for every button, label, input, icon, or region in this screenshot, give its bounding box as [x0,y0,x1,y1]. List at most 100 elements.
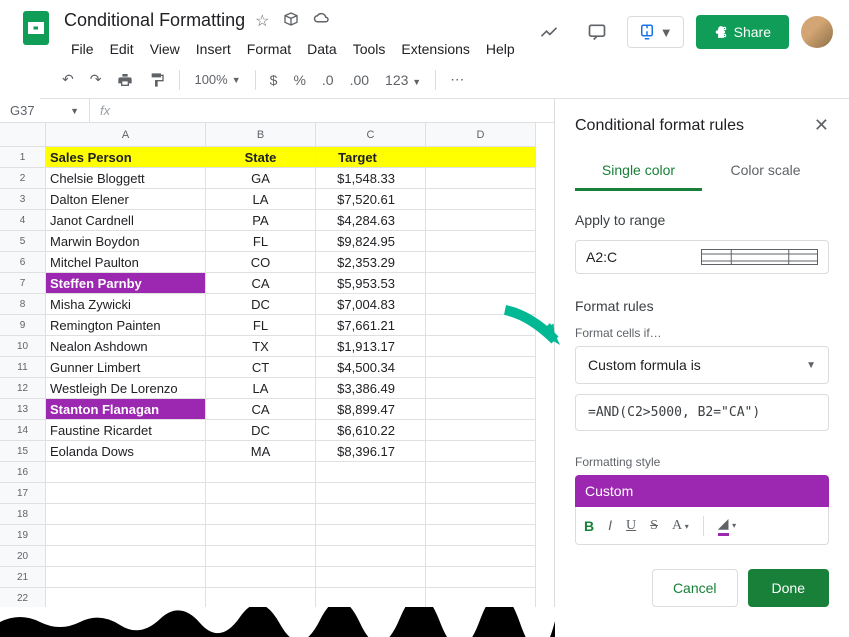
history-icon[interactable] [531,14,567,50]
menu-insert[interactable]: Insert [189,37,238,61]
cell[interactable]: Gunner Limbert [46,357,206,378]
row-header[interactable]: 22 [0,588,46,609]
cell[interactable]: Dalton Elener [46,189,206,210]
cell[interactable] [426,546,536,567]
cell[interactable]: MA [206,441,316,462]
menu-data[interactable]: Data [300,37,344,61]
cell[interactable] [426,378,536,399]
cell[interactable] [426,252,536,273]
cell[interactable]: PA [206,210,316,231]
cell[interactable]: $6,610.22 [316,420,426,441]
cell[interactable] [46,462,206,483]
select-all-corner[interactable] [0,123,46,147]
row-header[interactable]: 16 [0,462,46,483]
cell[interactable] [206,462,316,483]
print-icon[interactable] [111,68,139,92]
cell[interactable]: CA [206,399,316,420]
cell[interactable] [206,525,316,546]
menu-edit[interactable]: Edit [103,37,141,61]
cell[interactable] [426,189,536,210]
move-icon[interactable] [283,11,299,31]
cell[interactable]: $4,500.34 [316,357,426,378]
row-header[interactable]: 9 [0,315,46,336]
cell[interactable] [426,231,536,252]
row-header[interactable]: 15 [0,441,46,462]
cancel-button[interactable]: Cancel [652,569,738,607]
cell[interactable] [46,588,206,609]
cell[interactable]: $7,520.61 [316,189,426,210]
strikethrough-icon[interactable]: S [650,518,658,534]
menu-tools[interactable]: Tools [346,37,393,61]
zoom-select[interactable]: 100% ▼ [188,68,246,91]
cell[interactable]: $8,396.17 [316,441,426,462]
percent-icon[interactable]: % [287,68,311,92]
cell[interactable] [426,399,536,420]
cell[interactable]: $9,824.95 [316,231,426,252]
col-header-b[interactable]: B [206,123,316,147]
cell[interactable]: $2,353.29 [316,252,426,273]
menu-format[interactable]: Format [240,37,298,61]
format-menu[interactable]: 123 ▼ [379,68,427,92]
row-header[interactable]: 5 [0,231,46,252]
present-button[interactable]: ▼ [627,16,684,48]
cell[interactable]: LA [206,378,316,399]
star-icon[interactable]: ☆ [255,11,269,31]
cell[interactable] [316,462,426,483]
italic-icon[interactable]: I [608,517,612,535]
cell[interactable]: Janot Cardnell [46,210,206,231]
row-header[interactable]: 17 [0,483,46,504]
row-header[interactable]: 6 [0,252,46,273]
formula-input[interactable]: =AND(C2>5000, B2="CA") [575,394,829,431]
condition-select[interactable]: Custom formula is ▼ [575,346,829,384]
cell[interactable] [316,546,426,567]
tab-single-color[interactable]: Single color [575,152,702,191]
sheets-logo[interactable] [16,8,56,48]
cell[interactable] [426,525,536,546]
cell[interactable]: Eolanda Dows [46,441,206,462]
cell[interactable]: LA [206,189,316,210]
cell[interactable] [206,567,316,588]
cell[interactable] [426,336,536,357]
cell[interactable] [316,567,426,588]
menu-extensions[interactable]: Extensions [394,37,476,61]
cell[interactable] [206,483,316,504]
dec-decrease-icon[interactable]: .0 [316,68,340,92]
cell[interactable] [316,483,426,504]
cell[interactable] [426,210,536,231]
cell[interactable] [426,315,536,336]
cell[interactable]: CO [206,252,316,273]
text-color-icon[interactable]: A ▾ [672,518,689,534]
cell[interactable] [426,147,536,168]
cell[interactable] [206,546,316,567]
cell[interactable] [426,168,536,189]
cell[interactable]: DC [206,294,316,315]
bold-icon[interactable]: B [584,518,594,534]
cell[interactable] [46,483,206,504]
avatar[interactable] [801,16,833,48]
cell[interactable]: Nealon Ashdown [46,336,206,357]
row-header[interactable]: 21 [0,567,46,588]
fill-color-icon[interactable]: ◢ ▾ [718,515,736,536]
redo-icon[interactable]: ↷ [84,67,108,92]
row-header[interactable]: 18 [0,504,46,525]
cell[interactable]: Target [316,147,426,168]
done-button[interactable]: Done [748,569,829,607]
row-header[interactable]: 14 [0,420,46,441]
undo-icon[interactable]: ↶ [56,67,80,92]
cell[interactable]: $4,284.63 [316,210,426,231]
col-header-d[interactable]: D [426,123,536,147]
row-header[interactable]: 3 [0,189,46,210]
cell[interactable] [426,357,536,378]
cell[interactable] [426,294,536,315]
cell[interactable]: Stanton Flanagan [46,399,206,420]
row-header[interactable]: 11 [0,357,46,378]
cell[interactable] [206,504,316,525]
cell[interactable]: Marwin Boydon [46,231,206,252]
cell[interactable] [206,588,316,609]
cell[interactable] [316,588,426,609]
cell[interactable] [426,462,536,483]
cell[interactable]: CA [206,273,316,294]
paint-icon[interactable] [143,68,171,92]
cell[interactable]: $8,899.47 [316,399,426,420]
row-header[interactable]: 12 [0,378,46,399]
